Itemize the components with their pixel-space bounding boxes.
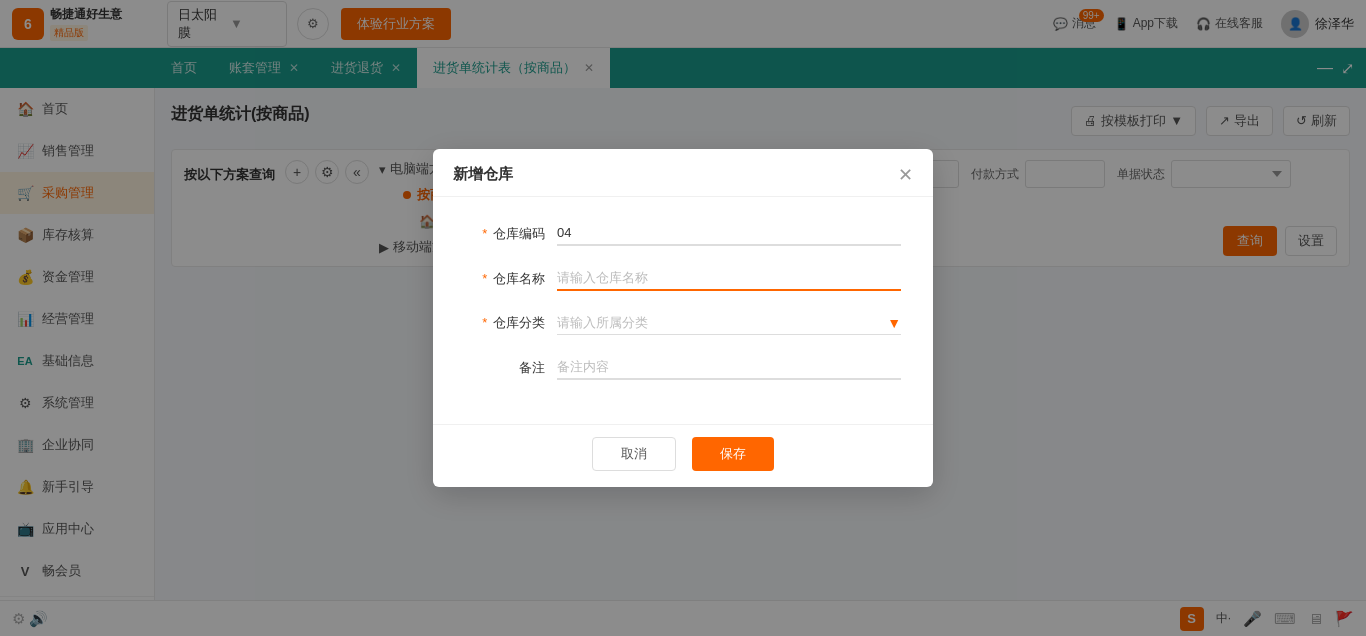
modal-body: * 仓库编码 * 仓库名称 * 仓库分类 <box>433 197 933 424</box>
new-warehouse-modal: 新增仓库 ✕ * 仓库编码 * 仓库名称 <box>433 149 933 487</box>
modal-footer: 取消 保存 <box>433 424 933 487</box>
save-button[interactable]: 保存 <box>692 437 774 471</box>
form-row-code: * 仓库编码 <box>465 221 901 246</box>
category-label-wrap: * 仓库分类 <box>465 314 545 332</box>
form-row-name: * 仓库名称 <box>465 266 901 291</box>
category-required-mark: * <box>482 315 487 330</box>
category-input[interactable] <box>557 311 901 335</box>
name-required-mark: * <box>482 271 487 286</box>
modal-header: 新增仓库 ✕ <box>433 149 933 197</box>
cancel-button[interactable]: 取消 <box>592 437 676 471</box>
name-label-wrap: * 仓库名称 <box>465 270 545 288</box>
category-select-wrap: ▼ <box>557 311 901 335</box>
modal-overlay[interactable]: 新增仓库 ✕ * 仓库编码 * 仓库名称 <box>0 0 1366 636</box>
form-row-note: 备注 <box>465 355 901 380</box>
name-label: 仓库名称 <box>493 271 545 286</box>
category-label: 仓库分类 <box>493 315 545 330</box>
form-row-category: * 仓库分类 ▼ <box>465 311 901 335</box>
code-label-wrap: * 仓库编码 <box>465 225 545 243</box>
modal-close-button[interactable]: ✕ <box>898 166 913 184</box>
code-label: 仓库编码 <box>493 226 545 241</box>
note-label: 备注 <box>465 359 545 377</box>
note-input[interactable] <box>557 355 901 380</box>
name-input[interactable] <box>557 266 901 291</box>
code-required-mark: * <box>482 226 487 241</box>
modal-title: 新增仓库 <box>453 165 513 184</box>
code-input[interactable] <box>557 221 901 246</box>
